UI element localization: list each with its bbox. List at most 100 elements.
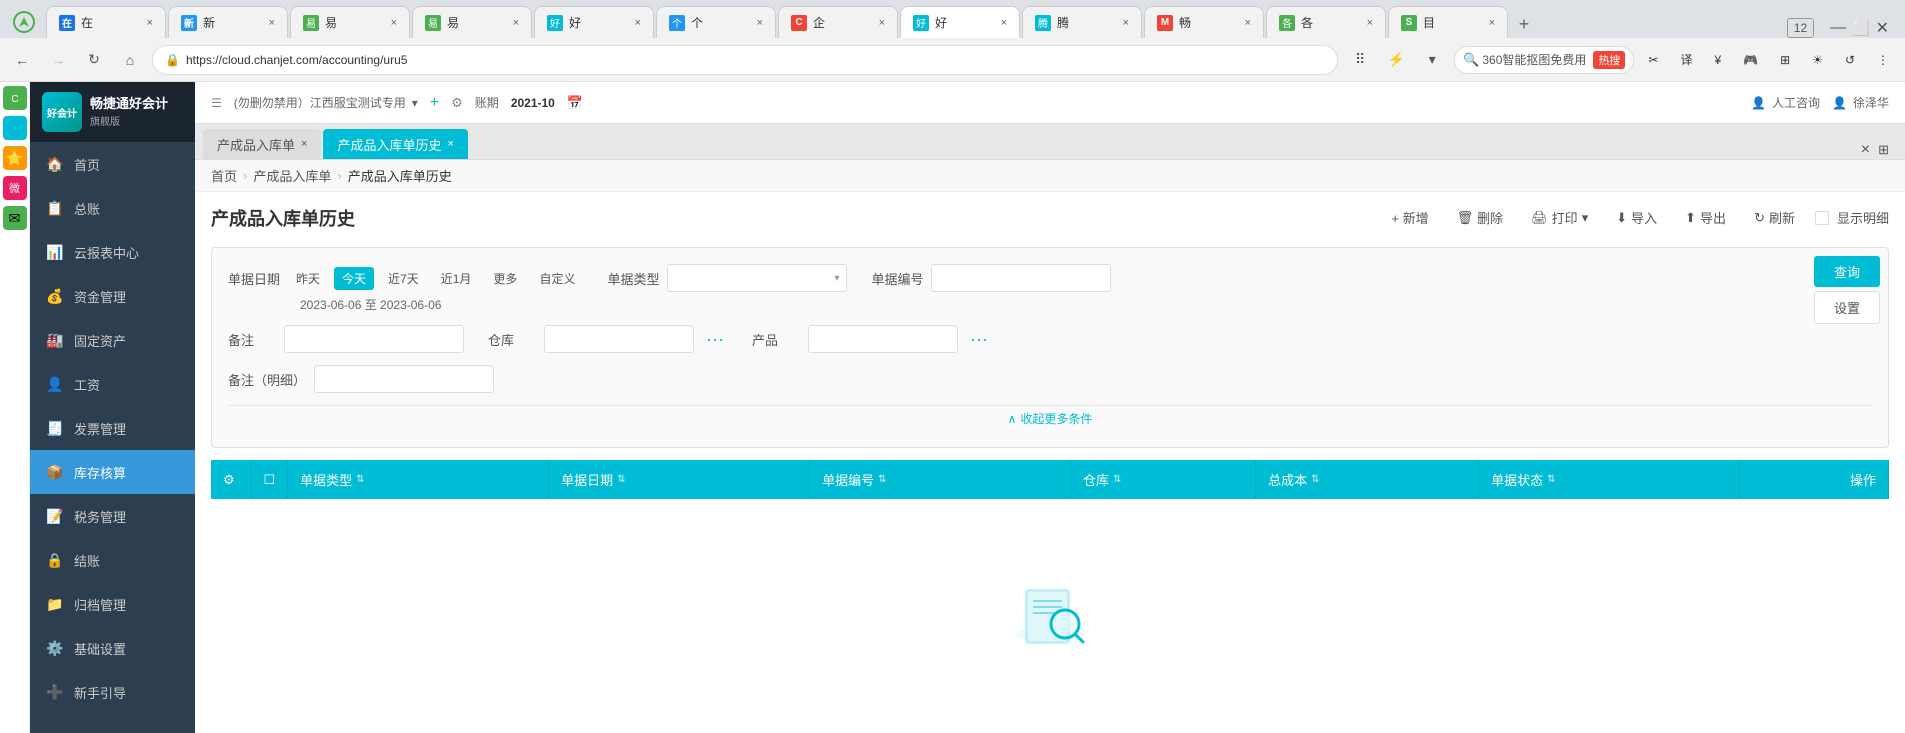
page-tab-list[interactable]: 产成品入库单 × — [203, 129, 321, 159]
app-icon-cloud[interactable] — [3, 116, 27, 140]
customer-service-button[interactable]: 👤 人工咨询 — [1751, 94, 1820, 111]
close-window-button[interactable]: ✕ — [1876, 18, 1889, 38]
browser-tab-9[interactable]: 腾 腾 × — [1022, 6, 1142, 38]
company-settings-button[interactable]: ⚙ — [451, 95, 463, 111]
extensions-button[interactable]: ⠿ — [1346, 46, 1374, 74]
date-btn-1month[interactable]: 近1月 — [433, 267, 480, 290]
tab-close-5[interactable]: × — [635, 17, 641, 29]
warehouse-more-button[interactable]: ··· — [702, 329, 728, 350]
sort-icon-number[interactable]: ⇅ — [878, 474, 886, 485]
collapse-bar[interactable]: ∧ 收起更多条件 — [228, 405, 1872, 431]
sort-icon-status[interactable]: ⇅ — [1547, 474, 1555, 485]
browser-tab-4[interactable]: 易 易 × — [412, 6, 532, 38]
tab-close-4[interactable]: × — [513, 17, 519, 29]
game-button[interactable]: 🎮 — [1735, 49, 1766, 71]
tab-close-2[interactable]: × — [269, 17, 275, 29]
date-btn-7days[interactable]: 近7天 — [380, 267, 427, 290]
breadcrumb-list[interactable]: 产成品入库单 — [253, 166, 331, 185]
sort-icon-cost[interactable]: ⇅ — [1311, 474, 1319, 485]
query-button-overlay[interactable]: 查询 — [1814, 256, 1880, 287]
page-tab-list-close[interactable]: × — [301, 138, 307, 150]
tab-close-3[interactable]: × — [391, 17, 397, 29]
new-tab-button[interactable]: + — [1510, 10, 1538, 38]
tab-close-6[interactable]: × — [757, 17, 763, 29]
browser-tab-12[interactable]: S 目 × — [1388, 6, 1508, 38]
page-tab-history-close[interactable]: × — [447, 138, 453, 150]
browser-tab-3[interactable]: 易 易 × — [290, 6, 410, 38]
app-icon-star[interactable]: ⭐ — [3, 146, 27, 170]
sidebar-item-inventory[interactable]: 📦 库存核算 — [30, 450, 195, 494]
table-col-check[interactable]: ☐ — [251, 460, 288, 499]
browser-tab-5[interactable]: 好 好 × — [534, 6, 654, 38]
date-btn-today[interactable]: 今天 — [334, 267, 374, 290]
sort-icon-type[interactable]: ⇅ — [356, 474, 364, 485]
browser-tab-1[interactable]: 在 在 × — [46, 6, 166, 38]
translate-button[interactable]: 译 — [1672, 47, 1700, 72]
sidebar-item-archive[interactable]: 📁 归档管理 — [30, 582, 195, 626]
browser-tab-11[interactable]: 各 各 × — [1266, 6, 1386, 38]
product-more-button[interactable]: ··· — [966, 329, 992, 350]
minimize-button[interactable]: — — [1830, 19, 1846, 37]
browser-tab-8[interactable]: 好 好 × — [900, 6, 1020, 38]
browser-tab-10[interactable]: M 畅 × — [1144, 6, 1264, 38]
settings-button-overlay[interactable]: 设置 — [1814, 291, 1880, 324]
warehouse-input[interactable] — [544, 325, 694, 353]
sidebar-item-close[interactable]: 🔒 结账 — [30, 538, 195, 582]
app-icon-chanjet[interactable]: C — [3, 86, 27, 110]
period-calendar-icon[interactable]: 📅 — [567, 95, 583, 111]
import-button[interactable]: ⬇ 导入 — [1608, 204, 1665, 231]
currency-button[interactable]: ¥ — [1706, 49, 1729, 71]
show-fields-checkbox[interactable]: 显示明细 — [1815, 208, 1889, 227]
date-btn-more[interactable]: 更多 — [485, 267, 525, 290]
remark-input[interactable] — [284, 325, 464, 353]
sidebar-item-salary[interactable]: 👤 工资 — [30, 362, 195, 406]
sidebar-item-fund[interactable]: 💰 资金管理 — [30, 274, 195, 318]
sidebar-item-ledger[interactable]: 📋 总账 — [30, 186, 195, 230]
add-company-button[interactable]: + — [430, 94, 439, 112]
tab-close-9[interactable]: × — [1123, 17, 1129, 29]
number-input[interactable] — [931, 264, 1111, 292]
print-button[interactable]: 🖨 打印 ▾ — [1523, 204, 1596, 231]
refresh-browser-button[interactable]: ↻ — [80, 46, 108, 74]
lightning-button[interactable]: ⚡ — [1382, 46, 1410, 74]
sidebar-item-report[interactable]: 📊 云报表中心 — [30, 230, 195, 274]
sidebar-item-fixed[interactable]: 🏭 固定资产 — [30, 318, 195, 362]
breadcrumb-home[interactable]: 首页 — [211, 166, 237, 185]
search-bar[interactable]: 🔍 360智能抠图免费用 热搜 — [1454, 46, 1634, 74]
date-btn-custom[interactable]: 自定义 — [531, 267, 583, 290]
scissors-button[interactable]: ✂ — [1640, 49, 1666, 71]
browser-tab-7[interactable]: C 企 × — [778, 6, 898, 38]
detail-remark-input[interactable] — [314, 365, 494, 393]
sort-icon-date[interactable]: ⇅ — [617, 474, 625, 485]
export-button[interactable]: ⬆ 导出 — [1677, 204, 1734, 231]
forward-button[interactable]: → — [44, 46, 72, 74]
table-col-settings[interactable]: ⚙ — [211, 460, 251, 499]
panel-expand-button[interactable]: ⊞ — [1878, 142, 1889, 158]
page-tab-history[interactable]: 产成品入库单历史 × — [323, 129, 467, 159]
sidebar-item-settings[interactable]: ⚙️ 基础设置 — [30, 626, 195, 670]
tab-close-12[interactable]: × — [1489, 17, 1495, 29]
date-btn-yesterday[interactable]: 昨天 — [288, 267, 328, 290]
browser-settings-button[interactable]: ↺ — [1837, 49, 1863, 71]
company-selector[interactable]: (勿删勿禁用）江西服宝测试专用 ▾ — [234, 94, 418, 111]
user-profile-button[interactable]: 👤 徐泽华 — [1832, 94, 1889, 111]
tab-close-8[interactable]: × — [1001, 17, 1007, 29]
browser-menu-button[interactable]: ⋮ — [1869, 49, 1897, 71]
delete-button[interactable]: 🗑 删除 — [1449, 204, 1512, 231]
panel-close-button[interactable]: × — [1861, 141, 1870, 159]
tab-close-1[interactable]: × — [147, 17, 153, 29]
theme-button[interactable]: ☀ — [1804, 49, 1831, 71]
maximize-button[interactable]: ⬜ — [1852, 20, 1869, 37]
app-icon-weibo[interactable]: 微 — [3, 176, 27, 200]
sidebar-item-invoice[interactable]: 🧾 发票管理 — [30, 406, 195, 450]
sidebar-item-new-guide[interactable]: ➕ 新手引导 — [30, 670, 195, 714]
tab-close-10[interactable]: × — [1245, 17, 1251, 29]
home-browser-button[interactable]: ⌂ — [116, 46, 144, 74]
url-dropdown-button[interactable]: ▾ — [1418, 46, 1446, 74]
sidebar-item-home[interactable]: 🏠 首页 — [30, 142, 195, 186]
grid-button[interactable]: ⊞ — [1772, 49, 1798, 71]
sidebar-item-tax[interactable]: 📝 税务管理 — [30, 494, 195, 538]
tab-close-7[interactable]: × — [879, 17, 885, 29]
sort-icon-warehouse[interactable]: ⇅ — [1113, 474, 1121, 485]
refresh-button[interactable]: ↻ 刷新 — [1746, 204, 1803, 231]
